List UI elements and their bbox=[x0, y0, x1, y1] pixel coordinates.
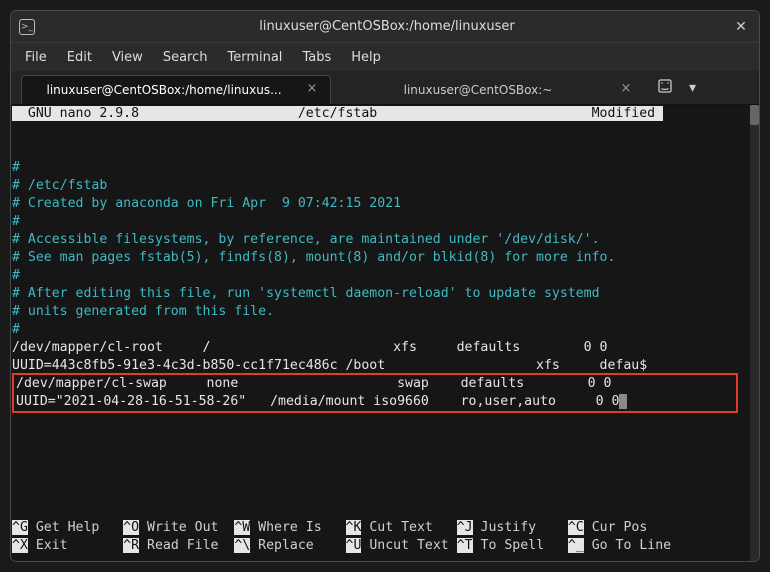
menu-edit[interactable]: Edit bbox=[57, 46, 102, 69]
menu-tabs[interactable]: Tabs bbox=[292, 46, 341, 69]
nano-header: GNU nano 2.9.8 /etc/fstab Modified bbox=[12, 106, 663, 121]
cursor bbox=[619, 394, 627, 409]
close-icon[interactable]: ✕ bbox=[731, 17, 751, 37]
file-line: /dev/mapper/cl-root / xfs defaults 0 0 bbox=[12, 340, 607, 355]
terminal-area: GNU nano 2.9.8 /etc/fstab Modified # # /… bbox=[11, 105, 759, 561]
nano-shortcut-key: ^_ bbox=[568, 538, 584, 553]
window-title: linuxuser@CentOSBox:/home/linuxuser bbox=[43, 19, 731, 34]
close-icon[interactable]: × bbox=[304, 82, 320, 98]
tab-label: linuxuser@CentOSBox:~ bbox=[346, 83, 610, 97]
terminal-window: >_ linuxuser@CentOSBox:/home/linuxuser ✕… bbox=[10, 10, 760, 562]
new-tab-icon[interactable] bbox=[657, 78, 673, 98]
nano-shortcut-key: ^C bbox=[568, 520, 584, 535]
file-line: # bbox=[12, 322, 20, 337]
file-line: UUID="2021-04-28-16-51-58-26" /media/mou… bbox=[16, 394, 619, 409]
file-line: # Accessible filesystems, by reference, … bbox=[12, 232, 600, 247]
file-line: # bbox=[12, 160, 20, 175]
nano-shortcut-key: ^W bbox=[234, 520, 250, 535]
nano-shortcut-key: ^J bbox=[457, 520, 473, 535]
menu-file[interactable]: File bbox=[15, 46, 57, 69]
nano-shortcut-key: ^U bbox=[346, 538, 362, 553]
tab-label: linuxuser@CentOSBox:/home/linuxus... bbox=[32, 83, 296, 97]
tabbar: linuxuser@CentOSBox:/home/linuxus... × l… bbox=[11, 71, 759, 105]
menubar: File Edit View Search Terminal Tabs Help bbox=[11, 43, 759, 71]
file-line: /dev/mapper/cl-swap none swap defaults 0… bbox=[16, 376, 611, 391]
file-line: # See man pages fstab(5), findfs(8), mou… bbox=[12, 250, 615, 265]
chevron-down-icon[interactable]: ▾ bbox=[689, 80, 696, 96]
titlebar: >_ linuxuser@CentOSBox:/home/linuxuser ✕ bbox=[11, 11, 759, 43]
highlight-box: /dev/mapper/cl-swap none swap defaults 0… bbox=[12, 373, 738, 413]
nano-shortcut-key: ^K bbox=[346, 520, 362, 535]
menu-search[interactable]: Search bbox=[153, 46, 218, 69]
scrollbar-thumb[interactable] bbox=[750, 105, 759, 125]
file-line: # /etc/fstab bbox=[12, 178, 107, 193]
terminal-content[interactable]: GNU nano 2.9.8 /etc/fstab Modified # # /… bbox=[11, 105, 750, 561]
file-line: # units generated from this file. bbox=[12, 304, 274, 319]
menu-help[interactable]: Help bbox=[341, 46, 391, 69]
file-line: # bbox=[12, 268, 20, 283]
close-icon[interactable]: × bbox=[618, 82, 634, 98]
terminal-app-icon: >_ bbox=[19, 19, 35, 35]
menu-view[interactable]: View bbox=[102, 46, 153, 69]
file-line: UUID=443c8fb5-91e3-4c3d-b850-cc1f71ec486… bbox=[12, 358, 647, 373]
file-line: # bbox=[12, 214, 20, 229]
nano-shortcut-key: ^T bbox=[457, 538, 473, 553]
nano-shortcut-key: ^R bbox=[123, 538, 139, 553]
nano-shortcut-key: ^G bbox=[12, 520, 28, 535]
menu-terminal[interactable]: Terminal bbox=[217, 46, 292, 69]
nano-shortcut-key: ^X bbox=[12, 538, 28, 553]
tab-1[interactable]: linuxuser@CentOSBox:/home/linuxus... × bbox=[21, 75, 331, 104]
file-line: # After editing this file, run 'systemct… bbox=[12, 286, 600, 301]
scrollbar[interactable] bbox=[750, 105, 759, 561]
nano-shortcut-key: ^O bbox=[123, 520, 139, 535]
tab-2[interactable]: linuxuser@CentOSBox:~ × bbox=[335, 75, 645, 104]
nano-shortcut-key: ^\ bbox=[234, 538, 250, 553]
file-line: # Created by anaconda on Fri Apr 9 07:42… bbox=[12, 196, 401, 211]
